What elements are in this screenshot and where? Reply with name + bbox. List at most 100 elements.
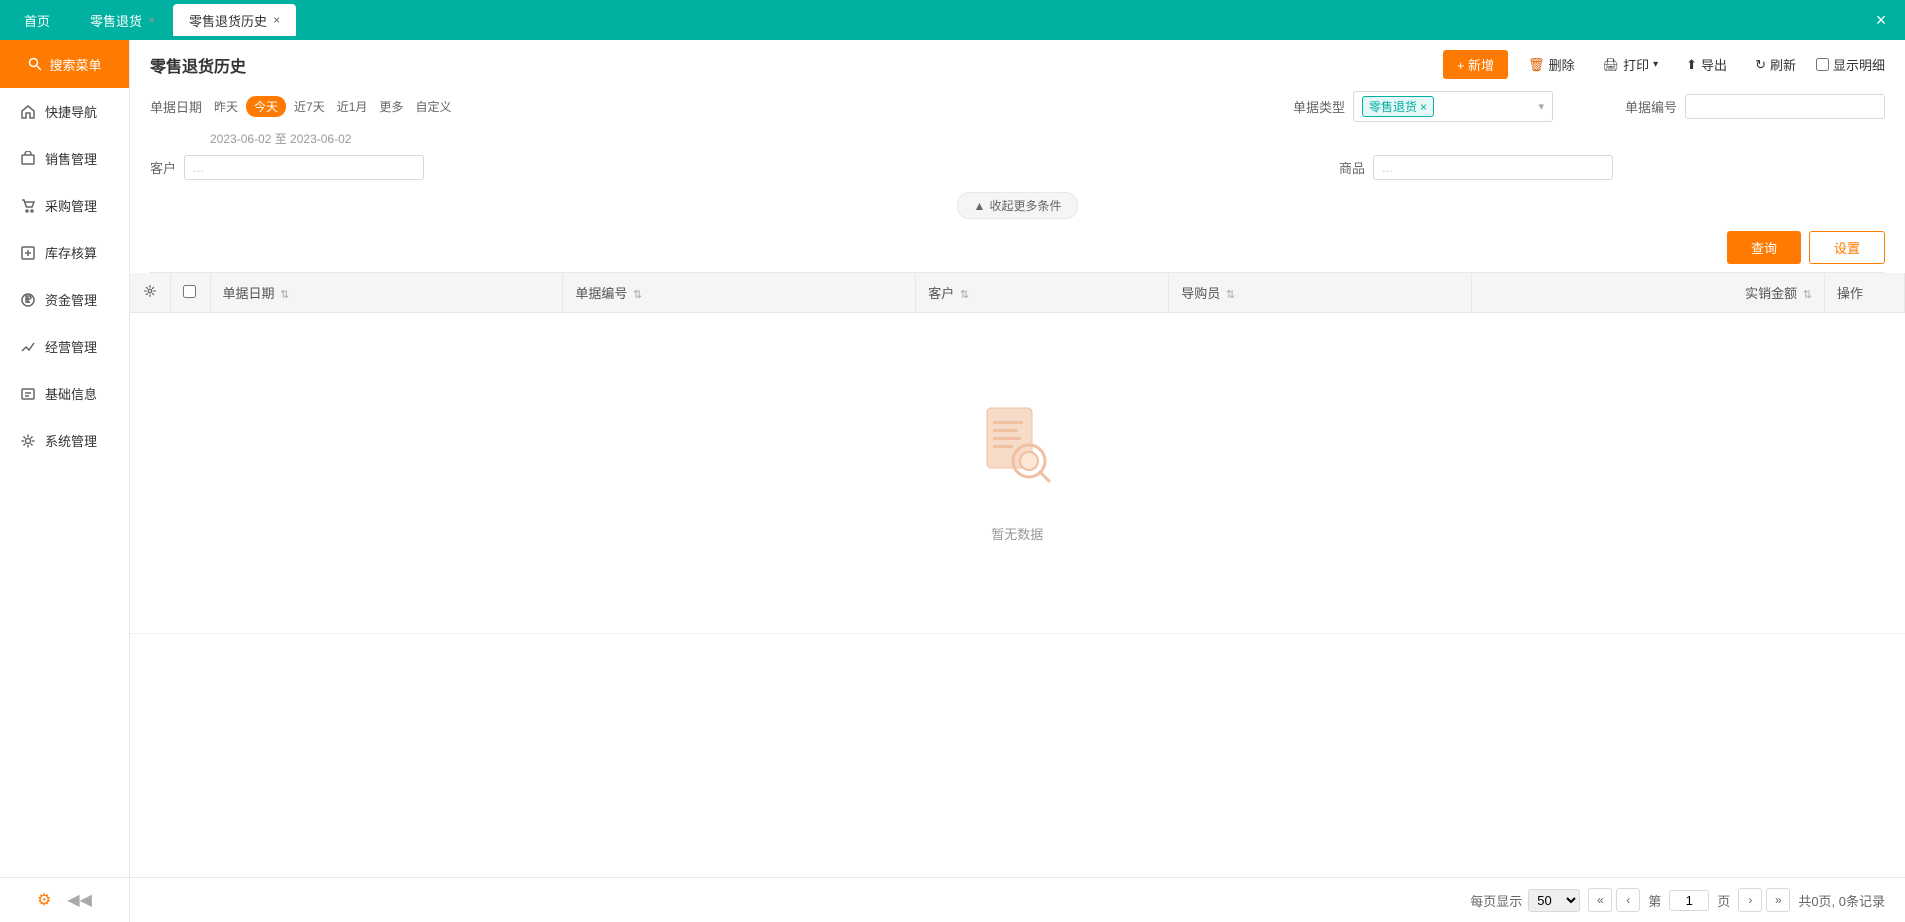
date-btn-more[interactable]: 更多 [375, 96, 407, 117]
sidebar-item-inventory-label: 库存核算 [45, 243, 97, 262]
home-icon [19, 103, 37, 121]
data-table: 单据日期 ⇅ 单据编号 ⇅ 客户 ⇅ 导购员 ⇅ [130, 273, 1905, 634]
query-button[interactable]: 查询 [1727, 231, 1801, 264]
tab-retail-return[interactable]: 零售退货 × [74, 4, 171, 36]
page-input[interactable] [1669, 890, 1709, 911]
date-range-row: 2023-06-02 至 2023-06-02 [150, 130, 1885, 147]
goods-input[interactable]: ... [1373, 155, 1613, 180]
print-button[interactable]: 🖨 打印 ▾ [1595, 51, 1667, 78]
sort-date-icon: ⇅ [280, 289, 289, 301]
filter-area: 单据日期 昨天 今天 近7天 近1月 更多 自定义 单据类型 [150, 91, 1885, 273]
sidebar-item-inventory[interactable]: 库存核算 [0, 229, 129, 276]
sidebar-item-finance[interactable]: 资金管理 [0, 276, 129, 323]
collapse-button[interactable]: ▲ 收起更多条件 [957, 192, 1079, 219]
date-btn-today[interactable]: 今天 [246, 96, 286, 117]
show-detail-checkbox[interactable] [1816, 58, 1829, 71]
tab-retail-return-close[interactable]: × [148, 13, 155, 27]
page-unit: 页 [1717, 891, 1730, 910]
sidebar-item-operations-label: 经营管理 [45, 337, 97, 356]
settings-filter-button[interactable]: 设置 [1809, 231, 1885, 264]
refresh-icon: ↻ [1755, 57, 1766, 73]
sidebar-item-quick-nav[interactable]: 快捷导航 [0, 88, 129, 135]
type-label: 单据类型 [1293, 97, 1345, 116]
sidebar-item-system[interactable]: 系统管理 [0, 417, 129, 464]
print-arrow: ▾ [1653, 59, 1658, 70]
date-btn-7days[interactable]: 近7天 [290, 96, 329, 117]
table-header-guide-label: 导购员 [1181, 286, 1220, 301]
window-close-button[interactable]: × [1865, 10, 1897, 31]
type-select[interactable]: 零售退货 × ▾ [1353, 91, 1553, 122]
page-header: 零售退货历史 + 新增 🗑 删除 🖨 打印 ▾ ⬆ 导出 [130, 40, 1905, 273]
sort-guide-icon: ⇅ [1226, 289, 1235, 301]
tab-retail-return-history[interactable]: 零售退货历史 × [173, 4, 296, 36]
refresh-button[interactable]: ↻ 刷新 [1747, 51, 1804, 78]
sidebar-item-quick-nav-label: 快捷导航 [45, 102, 97, 121]
sidebar-item-basic[interactable]: 基础信息 [0, 370, 129, 417]
collapse-label: 收起更多条件 [989, 197, 1061, 214]
sidebar-item-operations[interactable]: 经营管理 [0, 323, 129, 370]
last-page-button[interactable]: » [1766, 888, 1790, 912]
pagination: 每页显示 50 10 20 100 « ‹ 第 页 › » 共0页, 0条记录 [130, 877, 1905, 922]
sidebar-item-sales[interactable]: 销售管理 [0, 135, 129, 182]
tab-retail-return-history-close[interactable]: × [273, 13, 280, 27]
delete-button[interactable]: 🗑 删除 [1520, 51, 1583, 78]
table-header-row: 单据日期 ⇅ 单据编号 ⇅ 客户 ⇅ 导购员 ⇅ [130, 273, 1905, 313]
date-range-text: 2023-06-02 至 2023-06-02 [210, 132, 351, 146]
date-btn-custom[interactable]: 自定义 [411, 96, 455, 117]
filter-actions: 查询 设置 [150, 231, 1885, 272]
table-header-no[interactable]: 单据编号 ⇅ [563, 273, 916, 313]
customer-input[interactable]: ... [184, 155, 424, 180]
prev-page-button[interactable]: ‹ [1616, 888, 1640, 912]
type-tag-close[interactable]: × [1420, 100, 1427, 114]
table-header-guide[interactable]: 导购员 ⇅ [1169, 273, 1472, 313]
table-header-action: 操作 [1825, 273, 1905, 313]
per-page-label: 每页显示 [1470, 891, 1522, 910]
page-label: 第 [1648, 891, 1661, 910]
tab-home[interactable]: 首页 [8, 11, 66, 30]
date-btn-1month[interactable]: 近1月 [333, 96, 372, 117]
table-header-gear[interactable] [130, 273, 170, 313]
delete-icon: 🗑 [1528, 57, 1545, 73]
toolbar: + 新增 🗑 删除 🖨 打印 ▾ ⬆ 导出 ↻ [1443, 50, 1885, 79]
show-detail-toggle: 显示明细 [1816, 55, 1885, 74]
voucher-label: 单据编号 [1625, 97, 1677, 116]
sidebar-search[interactable]: 搜索菜单 [0, 40, 129, 88]
mute-button[interactable]: ◀◀ [67, 890, 92, 910]
table-header-date[interactable]: 单据日期 ⇅ [210, 273, 563, 313]
print-label: 打印 [1623, 55, 1649, 74]
filter-goods: 商品 ... [1339, 155, 1613, 180]
date-btn-yesterday[interactable]: 昨天 [210, 96, 242, 117]
sidebar-item-basic-label: 基础信息 [45, 384, 97, 403]
system-icon [19, 432, 37, 450]
page-title: 零售退货历史 [150, 53, 246, 77]
tab-retail-return-history-label: 零售退货历史 [189, 11, 267, 30]
table-header-action-label: 操作 [1837, 286, 1863, 301]
first-page-button[interactable]: « [1588, 888, 1612, 912]
empty-icon [977, 403, 1057, 512]
customer-placeholder: ... [193, 160, 415, 175]
customer-label: 客户 [150, 158, 176, 177]
page-nav: « ‹ 第 页 › » [1588, 888, 1790, 912]
sidebar-item-purchase[interactable]: 采购管理 [0, 182, 129, 229]
select-all-checkbox[interactable] [183, 285, 196, 298]
gear-icon [143, 284, 157, 298]
filter-voucher: 单据编号 [1625, 94, 1885, 119]
sidebar: 搜索菜单 快捷导航 销售管理 采购管理 库存核算 [0, 40, 130, 922]
search-icon [27, 56, 43, 72]
filter-customer: 客户 ... [150, 155, 424, 180]
per-page-select[interactable]: 50 10 20 100 [1528, 889, 1580, 912]
settings-button[interactable]: ⚙ [37, 890, 51, 910]
table-header-checkbox[interactable] [170, 273, 210, 313]
table-header-customer[interactable]: 客户 ⇅ [916, 273, 1169, 313]
page-title-row: 零售退货历史 + 新增 🗑 删除 🖨 打印 ▾ ⬆ 导出 [150, 50, 1885, 79]
table-header-amount[interactable]: 实销金额 ⇅ [1472, 273, 1825, 313]
export-button[interactable]: ⬆ 导出 [1678, 51, 1735, 78]
voucher-input[interactable] [1685, 94, 1885, 119]
add-button[interactable]: + 新增 [1443, 50, 1508, 79]
main-layout: 搜索菜单 快捷导航 销售管理 采购管理 库存核算 [0, 40, 1905, 922]
collapse-row: ▲ 收起更多条件 [150, 188, 1885, 223]
collapse-up-icon: ▲ [974, 199, 986, 213]
empty-illustration [977, 403, 1057, 493]
purchase-icon [19, 197, 37, 215]
next-page-button[interactable]: › [1738, 888, 1762, 912]
